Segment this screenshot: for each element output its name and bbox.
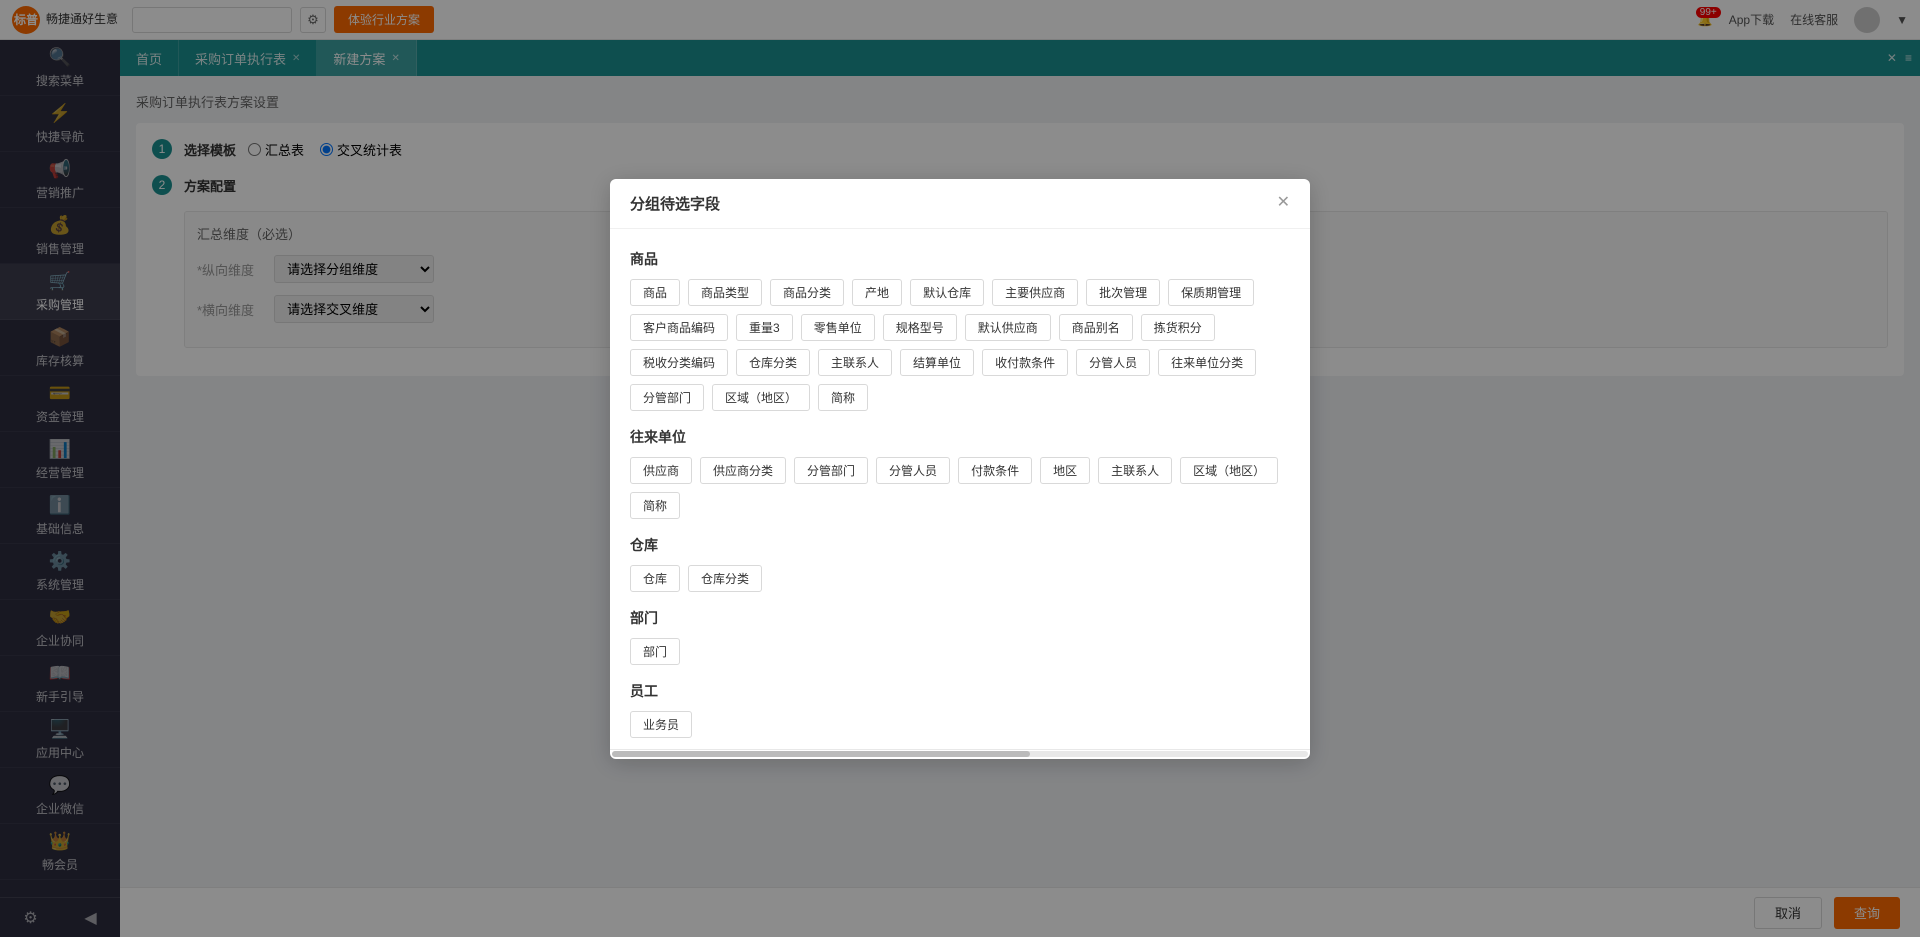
field-tag-warehouse-category[interactable]: 仓库分类 (736, 349, 810, 376)
field-tag-origin[interactable]: 产地 (852, 279, 902, 306)
field-tag-goods-category[interactable]: 商品分类 (770, 279, 844, 306)
field-tag-region-cp[interactable]: 区域（地区） (1180, 457, 1278, 484)
field-tag-main-contact2[interactable]: 主联系人 (1098, 457, 1172, 484)
field-tag-spec-model[interactable]: 规格型号 (883, 314, 957, 341)
field-tag-goods[interactable]: 商品 (630, 279, 680, 306)
field-tag-supplier[interactable]: 供应商 (630, 457, 692, 484)
field-tag-area[interactable]: 地区 (1040, 457, 1090, 484)
field-tag-payment-cond[interactable]: 付款条件 (958, 457, 1032, 484)
field-grid-warehouse: 仓库 仓库分类 (630, 565, 1290, 592)
field-tag-goods-alias[interactable]: 商品别名 (1059, 314, 1133, 341)
modal-hscrollbar[interactable] (610, 749, 1310, 759)
field-tag-customer-goods-code[interactable]: 客户商品编码 (630, 314, 728, 341)
field-tag-retail-unit[interactable]: 零售单位 (801, 314, 875, 341)
section-title-counterpart: 往来单位 (630, 427, 1290, 447)
field-tag-settlement-unit[interactable]: 结算单位 (900, 349, 974, 376)
field-tag-weight3[interactable]: 重量3 (736, 314, 793, 341)
field-grid-goods: 商品 商品类型 商品分类 产地 默认仓库 主要供应商 批次管理 保质期管理 客户… (630, 279, 1290, 411)
field-tag-default-supplier[interactable]: 默认供应商 (965, 314, 1051, 341)
section-title-warehouse: 仓库 (630, 535, 1290, 555)
field-tag-payment-terms[interactable]: 收付款条件 (982, 349, 1068, 376)
field-tag-tax-code[interactable]: 税收分类编码 (630, 349, 728, 376)
field-tag-warehouse[interactable]: 仓库 (630, 565, 680, 592)
field-select-modal: 分组待选字段 ✕ 商品 商品 商品类型 商品分类 产地 默认仓库 主要供应商 批… (610, 179, 1310, 759)
section-title-goods: 商品 (630, 249, 1290, 269)
field-tag-department[interactable]: 部门 (630, 638, 680, 665)
modal-close-button[interactable]: ✕ (1277, 195, 1290, 211)
field-tag-manage-staff[interactable]: 分管人员 (876, 457, 950, 484)
field-tag-abbr-goods[interactable]: 简称 (818, 384, 868, 411)
field-tag-salesperson[interactable]: 业务员 (630, 711, 692, 738)
field-grid-dept: 部门 (630, 638, 1290, 665)
field-tag-main-supplier[interactable]: 主要供应商 (992, 279, 1078, 306)
field-tag-supplier-category[interactable]: 供应商分类 (700, 457, 786, 484)
field-tag-dept[interactable]: 分管部门 (630, 384, 704, 411)
field-tag-abbr-cp[interactable]: 简称 (630, 492, 680, 519)
field-tag-counterpart-category[interactable]: 往来单位分类 (1158, 349, 1256, 376)
field-tag-warehouse-cat[interactable]: 仓库分类 (688, 565, 762, 592)
section-title-dept: 部门 (630, 608, 1290, 628)
field-tag-supervisor[interactable]: 分管人员 (1076, 349, 1150, 376)
field-tag-shelf-life[interactable]: 保质期管理 (1168, 279, 1254, 306)
field-tag-default-warehouse[interactable]: 默认仓库 (910, 279, 984, 306)
field-tag-manage-dept[interactable]: 分管部门 (794, 457, 868, 484)
modal-overlay: 分组待选字段 ✕ 商品 商品 商品类型 商品分类 产地 默认仓库 主要供应商 批… (0, 0, 1920, 937)
field-grid-counterpart: 供应商 供应商分类 分管部门 分管人员 付款条件 地区 主联系人 区域（地区） … (630, 457, 1290, 519)
modal-header: 分组待选字段 ✕ (610, 179, 1310, 229)
field-tag-pick-points[interactable]: 拣货积分 (1141, 314, 1215, 341)
field-grid-employee: 业务员 (630, 711, 1290, 738)
section-title-employee: 员工 (630, 681, 1290, 701)
field-tag-main-contact[interactable]: 主联系人 (818, 349, 892, 376)
field-tag-goods-type[interactable]: 商品类型 (688, 279, 762, 306)
field-tag-region-goods[interactable]: 区域（地区） (712, 384, 810, 411)
field-tag-batch-mgmt[interactable]: 批次管理 (1086, 279, 1160, 306)
modal-body: 商品 商品 商品类型 商品分类 产地 默认仓库 主要供应商 批次管理 保质期管理… (610, 229, 1310, 749)
modal-title: 分组待选字段 (630, 193, 720, 214)
